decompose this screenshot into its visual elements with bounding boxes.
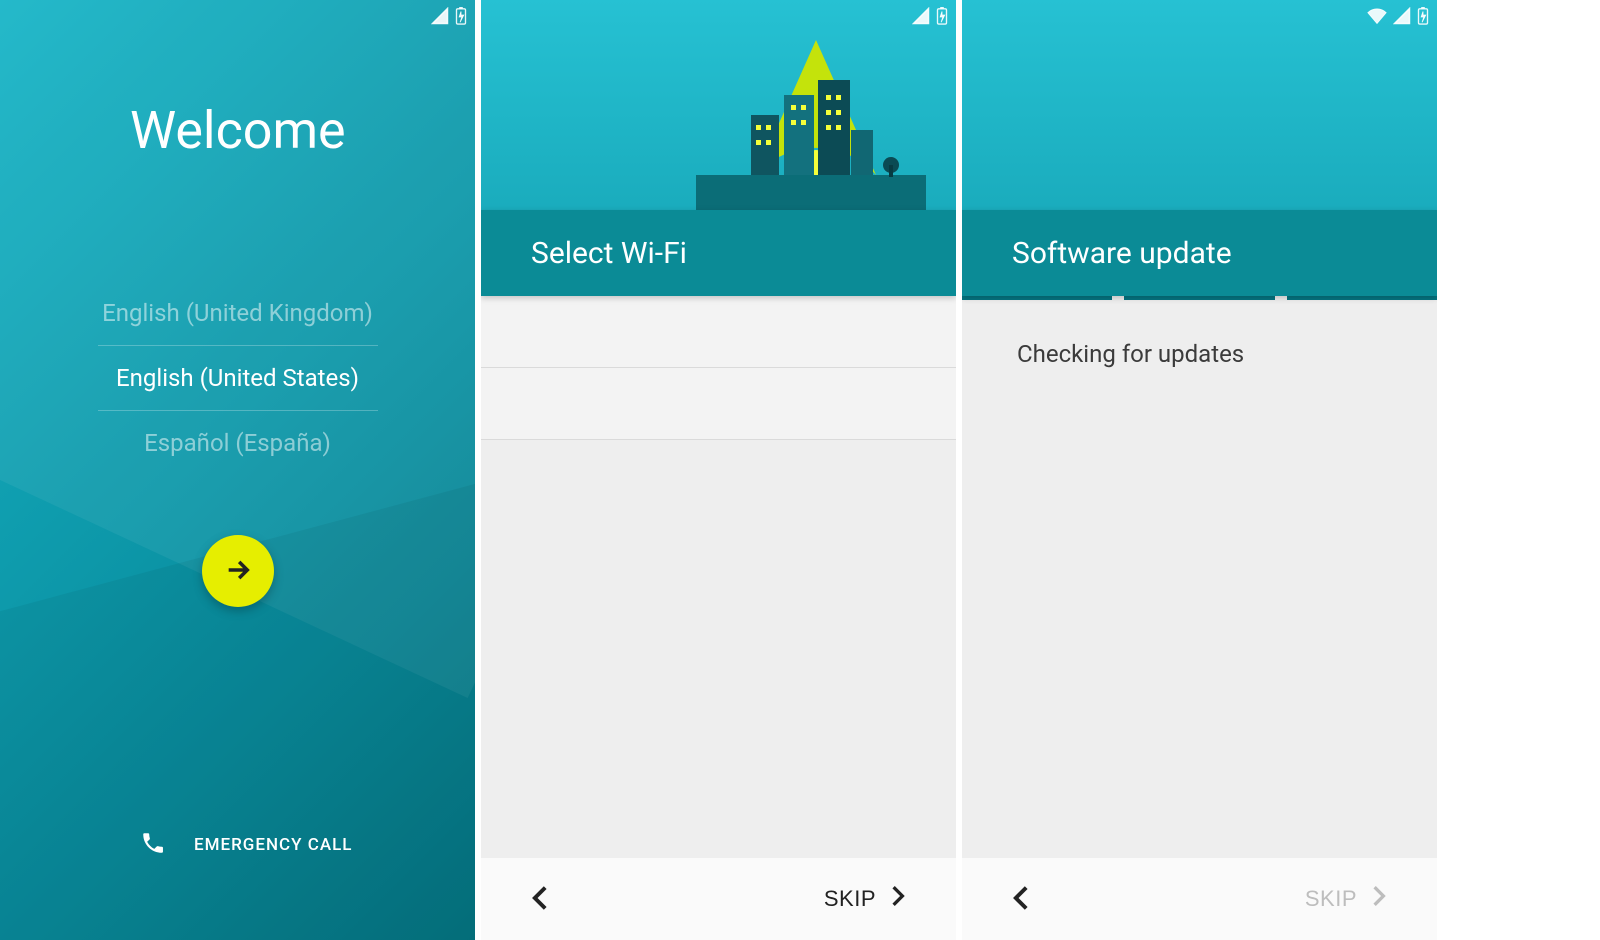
battery-charging-icon bbox=[1417, 7, 1429, 25]
welcome-screen: Welcome English (United Kingdom) English… bbox=[0, 0, 475, 940]
chevron-right-icon bbox=[1371, 885, 1387, 913]
language-option-above[interactable]: English (United Kingdom) bbox=[98, 281, 378, 345]
bottom-nav-bar: SKIP bbox=[962, 858, 1437, 940]
wifi-full-icon bbox=[1367, 8, 1387, 24]
welcome-title: Welcome bbox=[130, 100, 475, 161]
signal-cellular-empty-icon bbox=[912, 7, 930, 25]
wifi-row[interactable] bbox=[481, 368, 956, 440]
emergency-call-button[interactable]: EMERGENCY CALL bbox=[0, 830, 475, 940]
wifi-row[interactable] bbox=[481, 296, 956, 368]
progress-indicator bbox=[962, 296, 1437, 300]
next-button[interactable] bbox=[202, 535, 274, 607]
language-option-selected[interactable]: English (United States) bbox=[98, 345, 378, 411]
language-option-below[interactable]: Español (España) bbox=[98, 411, 378, 475]
status-bar bbox=[481, 0, 956, 32]
emergency-call-label: EMERGENCY CALL bbox=[194, 835, 352, 855]
status-bar bbox=[962, 0, 1437, 32]
bottom-nav-bar: SKIP bbox=[481, 858, 956, 940]
battery-charging-icon bbox=[936, 7, 948, 25]
update-status-text: Checking for updates bbox=[962, 300, 1437, 408]
wifi-screen: Select Wi-Fi SKIP bbox=[481, 0, 956, 940]
language-picker[interactable]: English (United Kingdom) English (United… bbox=[98, 281, 378, 475]
back-button[interactable] bbox=[1012, 885, 1030, 914]
skip-button[interactable]: SKIP bbox=[824, 885, 906, 913]
back-button[interactable] bbox=[531, 885, 549, 914]
update-title-bar: Software update bbox=[962, 210, 1437, 296]
wifi-title: Select Wi-Fi bbox=[531, 236, 687, 271]
signal-cellular-empty-icon bbox=[431, 7, 449, 25]
battery-charging-icon bbox=[455, 7, 467, 25]
skip-button-disabled: SKIP bbox=[1305, 885, 1387, 913]
phone-icon bbox=[140, 830, 166, 860]
skip-label: SKIP bbox=[824, 886, 876, 912]
wifi-title-bar: Select Wi-Fi bbox=[481, 210, 956, 296]
wifi-network-list[interactable] bbox=[481, 296, 956, 440]
chevron-left-icon bbox=[531, 899, 549, 914]
software-update-screen: Software update Checking for updates SKI… bbox=[962, 0, 1437, 940]
chevron-right-icon bbox=[890, 885, 906, 913]
chevron-left-icon bbox=[1012, 899, 1030, 914]
arrow-right-icon bbox=[224, 556, 252, 587]
status-bar bbox=[0, 0, 475, 32]
skip-label: SKIP bbox=[1305, 886, 1357, 912]
update-title: Software update bbox=[1012, 236, 1232, 271]
signal-cellular-empty-icon bbox=[1393, 7, 1411, 25]
